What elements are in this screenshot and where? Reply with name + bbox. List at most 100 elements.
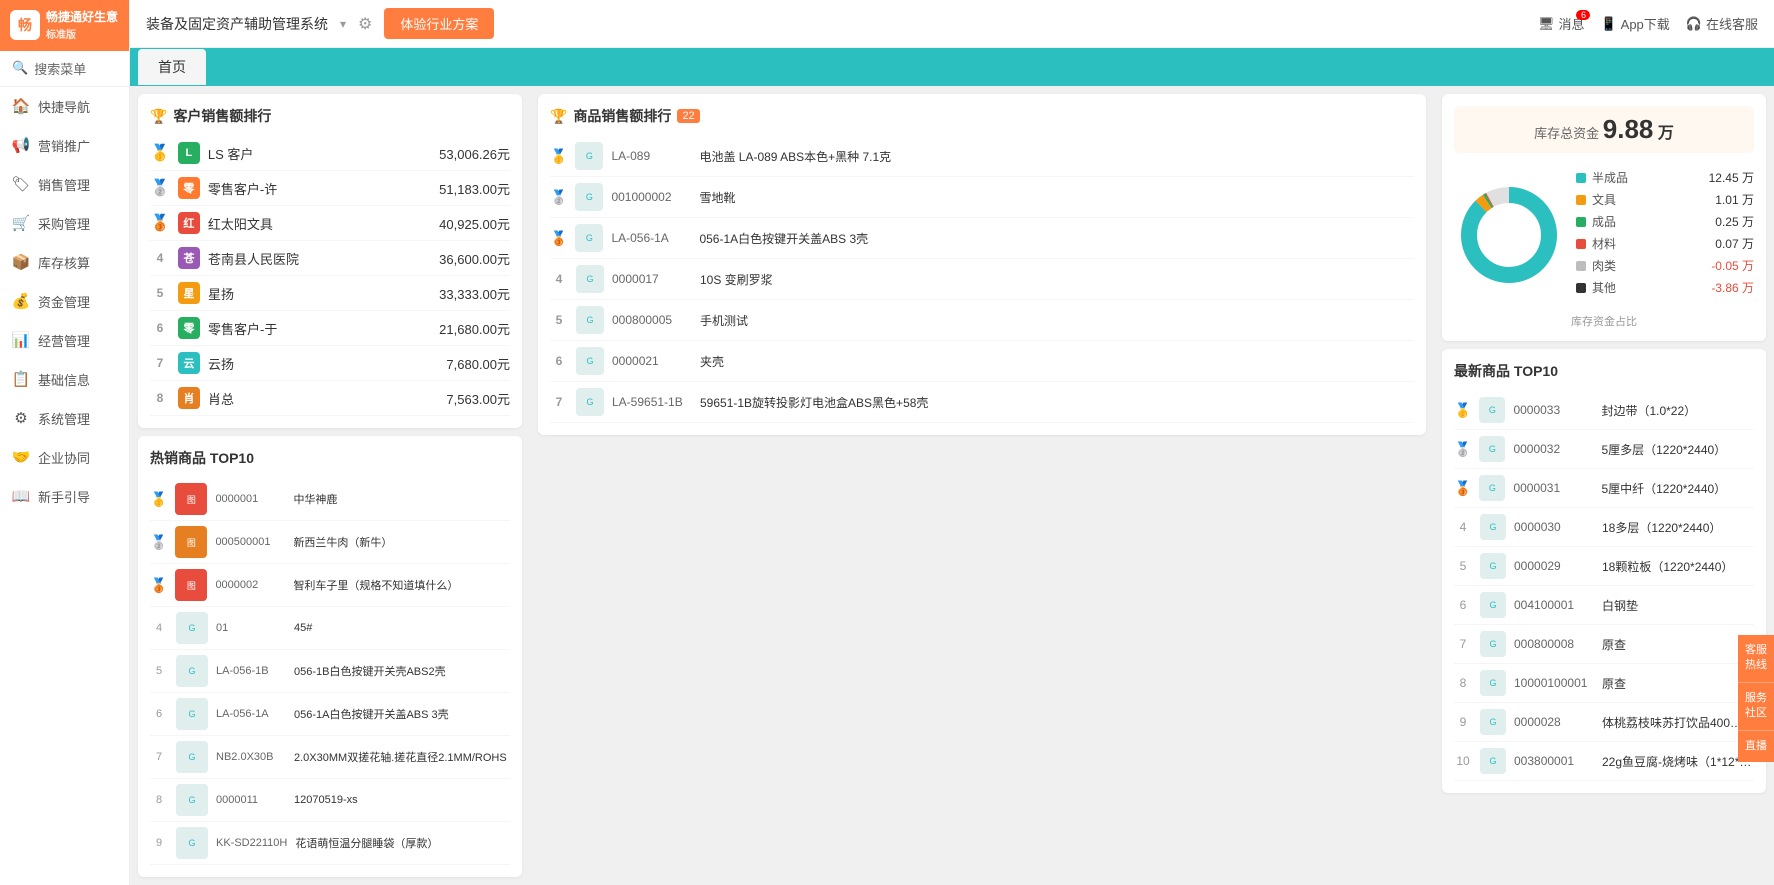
medal-icon: 🥈 (150, 178, 170, 198)
hot-product-item: 9 G KK-SD22110H 花语萌恒温分腿睡袋（厚款） (150, 822, 510, 865)
np-code: 0000032 (1513, 442, 1593, 456)
purchase-icon: 🛒 (12, 214, 30, 232)
np-name: 18颗粒板（1220*2440） (1602, 558, 1754, 575)
service-community-btn[interactable]: 服务社区 (1738, 683, 1774, 731)
sidebar-item-operations[interactable]: 📊 经营管理 (0, 321, 129, 360)
rank-num: 4 (150, 251, 170, 265)
top10-badge: 22 (677, 109, 699, 123)
np-code: 10000100001 (1514, 676, 1594, 690)
new-product-item: 4 G 0000030 18多层（1220*2440） (1454, 508, 1754, 547)
np-icon-placeholder: G (1480, 748, 1506, 774)
sidebar-item-basics[interactable]: 📋 基础信息 (0, 360, 129, 399)
quick-nav-icon: 🏠 (12, 97, 30, 115)
legend-item: 其他 -3.86 万 (1576, 279, 1754, 296)
legend-dot (1576, 217, 1586, 227)
basics-icon: 📋 (12, 370, 30, 388)
rank-amount: 40,925.00元 (439, 214, 510, 233)
gear-icon[interactable]: ⚙ (358, 14, 372, 34)
product-placeholder: G (176, 655, 208, 687)
product-icon-placeholder: G (575, 142, 603, 170)
product-name: 新西兰牛肉（新牛） (293, 534, 510, 550)
new-product-item: 8 G 10000100001 原查 (1454, 664, 1754, 703)
donut-chart (1454, 180, 1564, 290)
rank-badge: 苍 (178, 247, 200, 269)
app-download[interactable]: 📱 App下载 (1600, 14, 1669, 33)
trophy-icon-2: 🏆 (550, 108, 567, 125)
sidebar-item-inventory[interactable]: 📦 库存核算 (0, 243, 129, 282)
rank-customer-name: LS 客户 (208, 144, 431, 163)
legend-name: 材料 (1592, 235, 1709, 252)
rank-num: 6 (150, 321, 170, 335)
online-service[interactable]: 🎧 在线客服 (1686, 14, 1758, 33)
legend-dot (1576, 283, 1586, 293)
rank-amount: 53,006.26元 (439, 144, 510, 163)
ts-code: LA-59651-1B (612, 395, 692, 409)
np-name: 体桃荔枝味苏打饮品400毫升（1*15） (1602, 714, 1754, 731)
hot-product-item: 8 G 0000011 12070519-xs (150, 779, 510, 822)
hot-product-item: 🥉 图 0000002 智利车子里（规格不知道填什么） (150, 564, 510, 607)
system-icon: ⚙ (12, 409, 30, 427)
hot-product-item: 5 G LA-056-1B 056-1B白色按键开关壳ABS2壳 (150, 650, 510, 693)
messages-badge[interactable]: 🖥 消息 6 (1538, 14, 1585, 33)
tab-home[interactable]: 首页 (138, 49, 206, 85)
product-icon-placeholder: G (576, 388, 604, 416)
hot-product-item: 4 G 01 45# (150, 607, 510, 650)
np-code: 0000031 (1513, 481, 1593, 495)
direct-btn[interactable]: 直播 (1738, 731, 1774, 762)
sidebar-item-system[interactable]: ⚙ 系统管理 (0, 399, 129, 438)
sidebar-item-guide[interactable]: 📖 新手引导 (0, 477, 129, 516)
trial-button[interactable]: 体验行业方案 (384, 8, 494, 39)
sidebar-item-quick-nav[interactable]: 🏠 快捷导航 (0, 87, 129, 126)
product-code: NB2.0X30B (216, 751, 286, 763)
top-selling-item: 🥈 G 001000002 雪地靴 (550, 177, 1414, 218)
rank-item: 5 星 星扬 33,333.00元 (150, 276, 510, 311)
rank-badge: 星 (178, 282, 200, 304)
sidebar-item-cooperation[interactable]: 🤝 企业协同 (0, 438, 129, 477)
np-name: 原查 (1602, 636, 1754, 653)
customer-ranking-title: 🏆 客户销售额排行 (150, 106, 510, 126)
top-selling-item: 5 G 000800005 手机测试 (550, 300, 1414, 341)
hot-product-item: 🥇 图 0000001 中华神鹿 (150, 478, 510, 521)
ts-name: 夹壳 (700, 353, 1414, 370)
search-icon: 🔍 (12, 60, 28, 76)
rank-customer-name: 苍南县人民医院 (208, 249, 431, 268)
sidebar-item-marketing[interactable]: 📢 营销推广 (0, 126, 129, 165)
top-selling-item: 7 G LA-59651-1B 59651-1B旋转投影灯电池盒ABS黑色+58… (550, 382, 1414, 423)
new-product-item: 7 G 000800008 原查 (1454, 625, 1754, 664)
sidebar-item-purchase[interactable]: 🛒 采购管理 (0, 204, 129, 243)
donut-area: 半成品 12.45 万 文具 1.01 万 成品 0.25 万 材料 0.07 … (1454, 161, 1754, 309)
rank-customer-name: 星扬 (208, 284, 431, 303)
trophy-icon: 🏆 (150, 108, 167, 125)
legend-item: 成品 0.25 万 (1576, 213, 1754, 230)
chevron-down-icon: ▾ (340, 17, 346, 31)
product-name: 056-1B白色按键开关壳ABS2壳 (294, 663, 510, 679)
inventory-legend: 半成品 12.45 万 文具 1.01 万 成品 0.25 万 材料 0.07 … (1576, 169, 1754, 301)
sidebar-item-finance[interactable]: 💰 资金管理 (0, 282, 129, 321)
ts-name: 056-1A白色按键开关盖ABS 3壳 (699, 230, 1414, 247)
product-placeholder: G (176, 698, 208, 730)
rank-amount: 7,680.00元 (446, 354, 510, 373)
ts-name: 59651-1B旋转投影灯电池盒ABS黑色+58壳 (700, 394, 1414, 411)
content-area: 🏆 客户销售额排行 🥇 L LS 客户 53,006.26元 🥈 零 零售客户-… (130, 86, 1774, 885)
inventory-value: 9.88 万 (1603, 114, 1674, 144)
rank-item: 7 云 云扬 7,680.00元 (150, 346, 510, 381)
sidebar-item-sales[interactable]: 🏷 销售管理 (0, 165, 129, 204)
sales-icon: 🏷 (12, 175, 30, 193)
app-name: 畅捷通好生意 (46, 10, 118, 26)
product-code: 000500001 (215, 536, 285, 548)
top-selling-title: 🏆 商品销售额排行 22 (550, 106, 1414, 126)
rank-item: 🥇 L LS 客户 53,006.26元 (150, 136, 510, 171)
product-code: KK-SD22110H (216, 837, 287, 849)
rank-amount: 36,600.00元 (439, 249, 510, 268)
search-menu[interactable]: 🔍 搜索菜单 (0, 51, 129, 87)
np-name: 5厘中纤（1220*2440） (1601, 480, 1754, 497)
inventory-icon: 📦 (12, 253, 30, 271)
legend-dot (1576, 195, 1586, 205)
np-icon-placeholder: G (1480, 709, 1506, 735)
rank-num: 8 (150, 391, 170, 405)
rank-badge: 零 (178, 177, 200, 199)
np-name: 白钢垫 (1602, 597, 1754, 614)
customer-service-btn[interactable]: 客服热线 (1738, 635, 1774, 683)
customer-ranking-card: 🏆 客户销售额排行 🥇 L LS 客户 53,006.26元 🥈 零 零售客户-… (138, 94, 522, 428)
new-products-list: 🥇 G 0000033 封边带（1.0*22） 🥈 G 0000032 5厘多层… (1454, 391, 1754, 781)
